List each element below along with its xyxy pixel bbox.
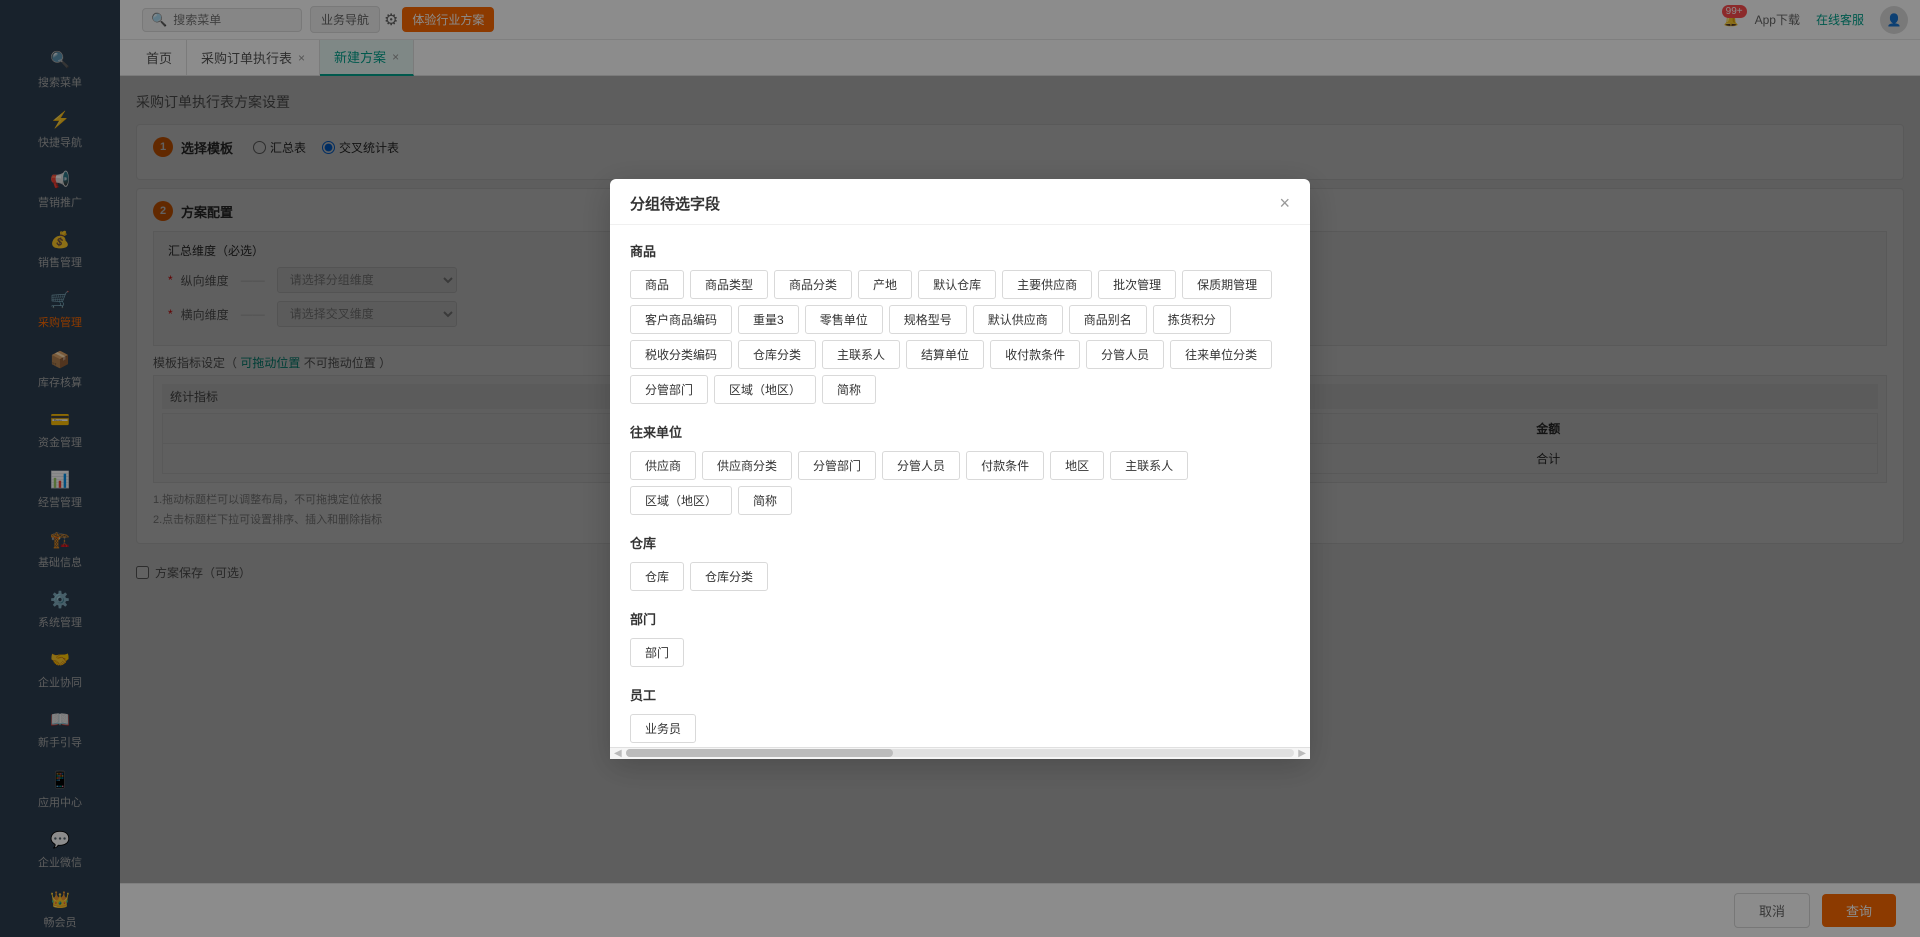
section-product-title: 商品 (630, 241, 1290, 260)
dialog-overlay: 分组待选字段 × 商品 商品 商品类型 商品分类 产地 默认仓库 主要供应商 批… (0, 0, 1920, 937)
h-scroll-track[interactable] (626, 749, 1295, 757)
field-tag[interactable]: 主联系人 (1110, 451, 1188, 480)
section-warehouse-title: 仓库 (630, 533, 1290, 552)
field-tag[interactable]: 主联系人 (822, 340, 900, 369)
field-tag[interactable]: 商品类型 (690, 270, 768, 299)
field-tag[interactable]: 业务员 (630, 714, 696, 743)
field-tag[interactable]: 分管部门 (630, 375, 708, 404)
section-employee-title: 员工 (630, 685, 1290, 704)
field-tag[interactable]: 区域（地区） (714, 375, 816, 404)
field-tag[interactable]: 简称 (822, 375, 876, 404)
field-tag[interactable]: 规格型号 (889, 305, 967, 334)
field-tag[interactable]: 重量3 (738, 305, 799, 334)
field-tag[interactable]: 区域（地区） (630, 486, 732, 515)
dialog-title: 分组待选字段 (630, 193, 720, 214)
field-tag[interactable]: 主要供应商 (1002, 270, 1092, 299)
field-tag[interactable]: 简称 (738, 486, 792, 515)
scroll-left-btn[interactable]: ◀ (614, 748, 622, 759)
field-tag[interactable]: 默认供应商 (973, 305, 1063, 334)
field-tag[interactable]: 收付款条件 (990, 340, 1080, 369)
field-tag[interactable]: 部门 (630, 638, 684, 667)
section-product-tags: 商品 商品类型 商品分类 产地 默认仓库 主要供应商 批次管理 保质期管理 客户… (630, 270, 1290, 404)
field-tag[interactable]: 批次管理 (1098, 270, 1176, 299)
scroll-right-btn[interactable]: ▶ (1298, 748, 1306, 759)
dialog-h-scrollbar[interactable]: ◀ ▶ (610, 747, 1310, 759)
section-department-tags: 部门 (630, 638, 1290, 667)
field-tag[interactable]: 付款条件 (966, 451, 1044, 480)
field-tag[interactable]: 仓库分类 (738, 340, 816, 369)
section-warehouse-tags: 仓库 仓库分类 (630, 562, 1290, 591)
field-tag[interactable]: 仓库 (630, 562, 684, 591)
field-tag[interactable]: 商品 (630, 270, 684, 299)
field-tag[interactable]: 分管人员 (1086, 340, 1164, 369)
section-warehouse: 仓库 仓库 仓库分类 (630, 533, 1290, 591)
field-tag[interactable]: 商品别名 (1069, 305, 1147, 334)
field-tag[interactable]: 拣货积分 (1153, 305, 1231, 334)
section-partner: 往来单位 供应商 供应商分类 分管部门 分管人员 付款条件 地区 主联系人 区域… (630, 422, 1290, 515)
section-employee-tags: 业务员 (630, 714, 1290, 743)
field-tag[interactable]: 默认仓库 (918, 270, 996, 299)
field-tag[interactable]: 零售单位 (805, 305, 883, 334)
field-tag[interactable]: 商品分类 (774, 270, 852, 299)
h-scroll-thumb[interactable] (626, 749, 893, 757)
field-tag[interactable]: 地区 (1050, 451, 1104, 480)
field-tag[interactable]: 税收分类编码 (630, 340, 732, 369)
section-department-title: 部门 (630, 609, 1290, 628)
field-tag[interactable]: 分管人员 (882, 451, 960, 480)
field-select-dialog: 分组待选字段 × 商品 商品 商品类型 商品分类 产地 默认仓库 主要供应商 批… (610, 179, 1310, 759)
field-tag[interactable]: 分管部门 (798, 451, 876, 480)
field-tag[interactable]: 保质期管理 (1182, 270, 1272, 299)
dialog-body: 商品 商品 商品类型 商品分类 产地 默认仓库 主要供应商 批次管理 保质期管理… (610, 225, 1310, 747)
field-tag[interactable]: 往来单位分类 (1170, 340, 1272, 369)
field-tag[interactable]: 客户商品编码 (630, 305, 732, 334)
field-tag[interactable]: 仓库分类 (690, 562, 768, 591)
dialog-close-btn[interactable]: × (1279, 194, 1290, 212)
field-tag[interactable]: 产地 (858, 270, 912, 299)
section-department: 部门 部门 (630, 609, 1290, 667)
field-tag[interactable]: 供应商分类 (702, 451, 792, 480)
section-product: 商品 商品 商品类型 商品分类 产地 默认仓库 主要供应商 批次管理 保质期管理… (630, 241, 1290, 404)
section-employee: 员工 业务员 (630, 685, 1290, 743)
section-partner-tags: 供应商 供应商分类 分管部门 分管人员 付款条件 地区 主联系人 区域（地区） … (630, 451, 1290, 515)
field-tag[interactable]: 结算单位 (906, 340, 984, 369)
section-partner-title: 往来单位 (630, 422, 1290, 441)
field-tag[interactable]: 供应商 (630, 451, 696, 480)
dialog-header: 分组待选字段 × (610, 179, 1310, 225)
